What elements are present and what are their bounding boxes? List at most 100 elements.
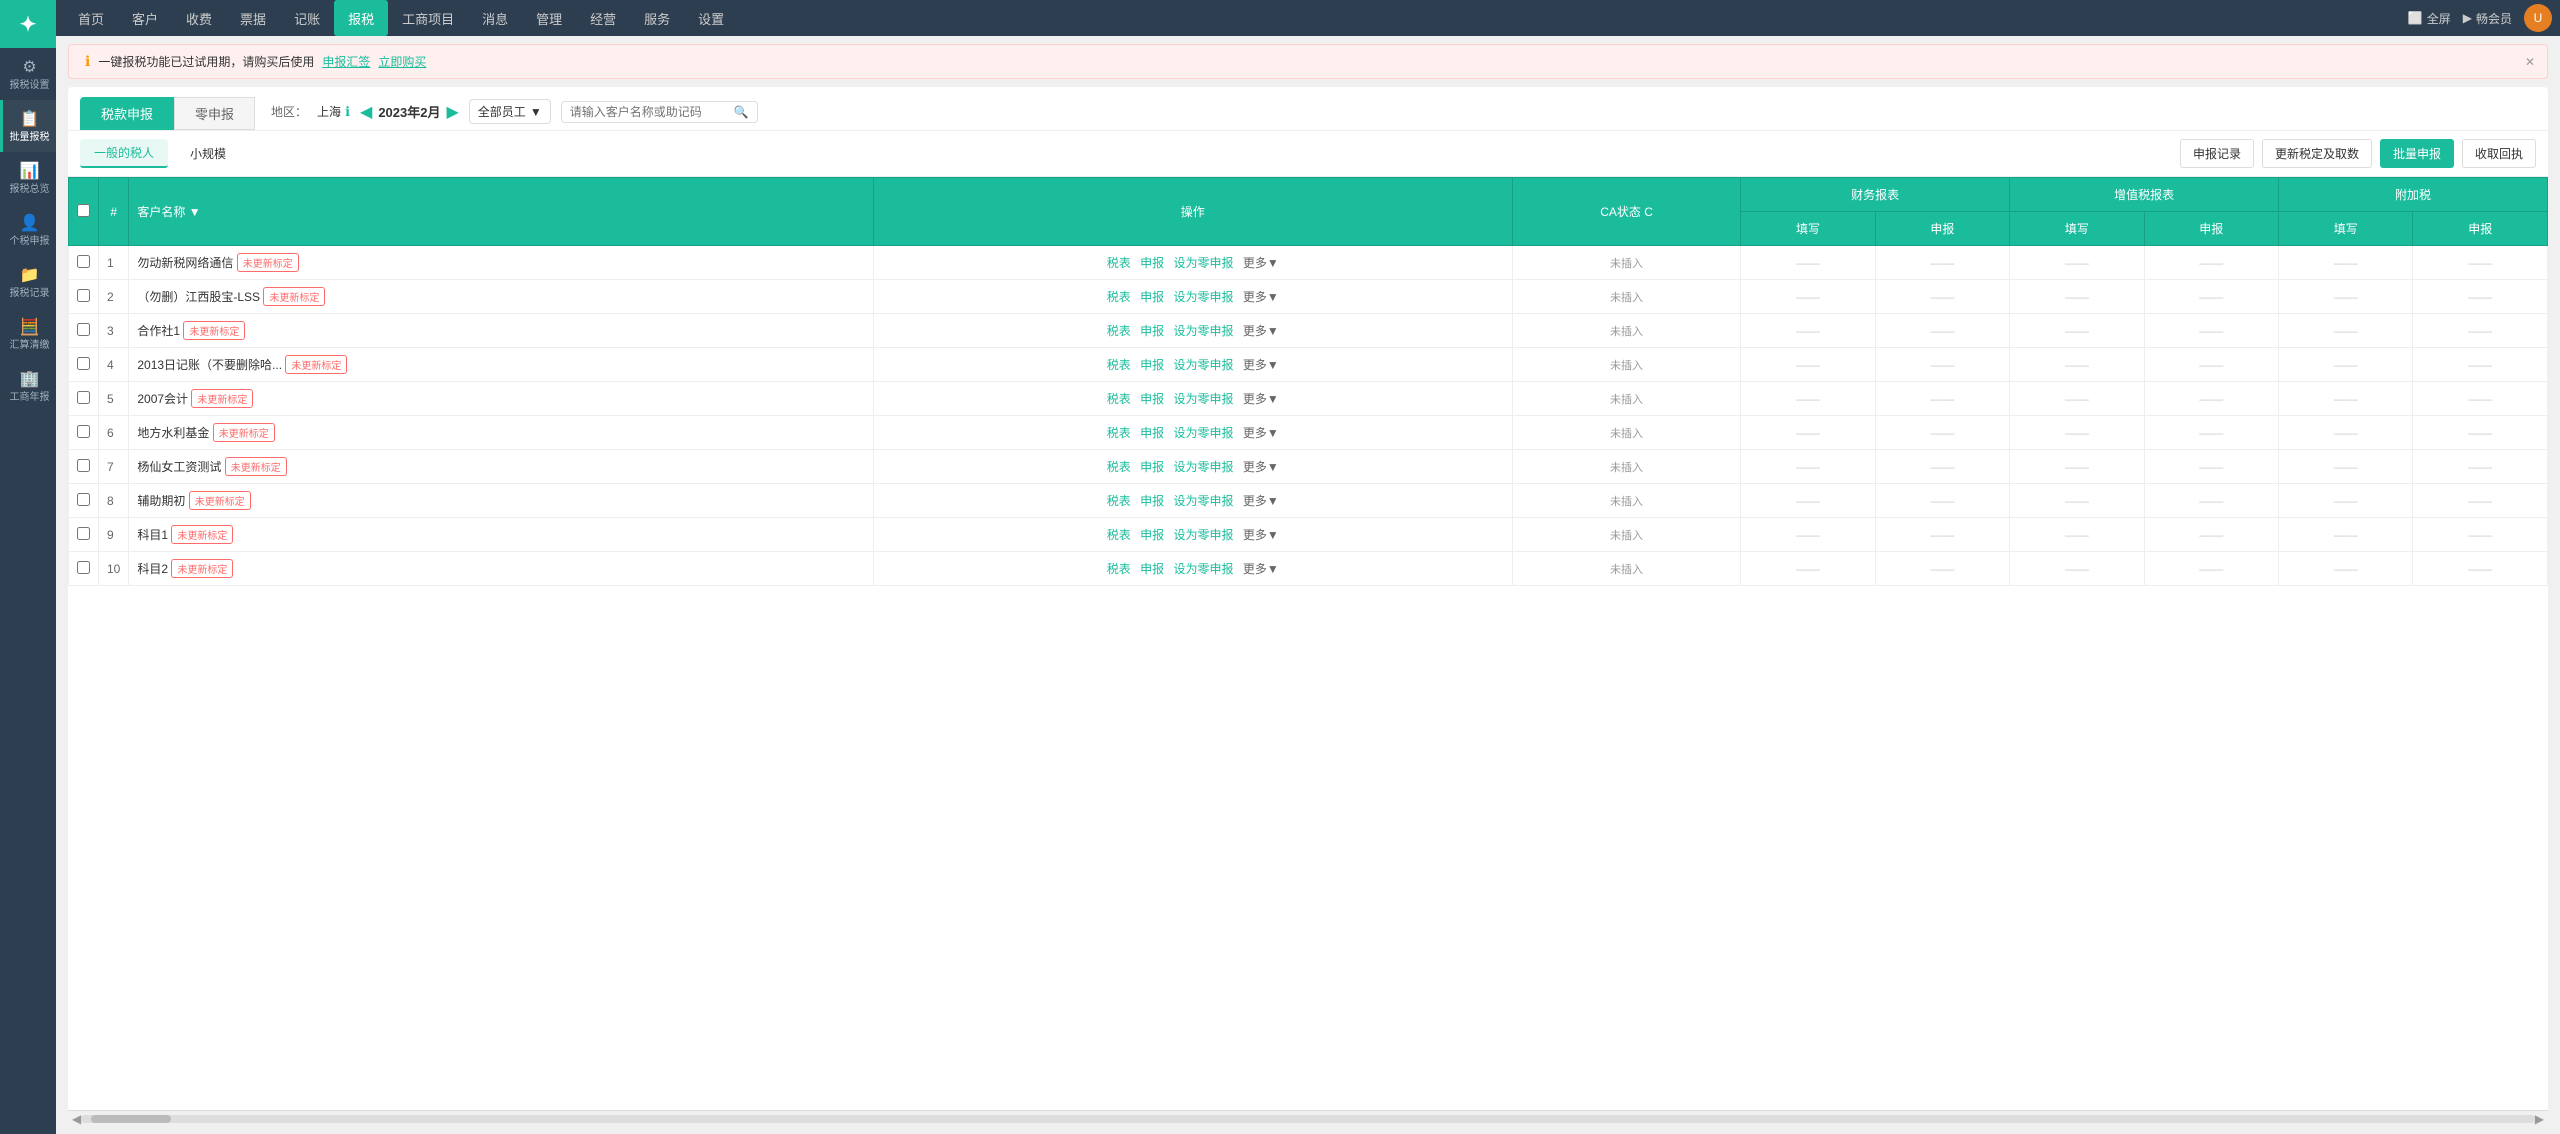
table-row: 4 2013日记账（不要删除哈... 未更新标定 税表 申报 设为零申报 更多▼…: [69, 348, 2548, 382]
row-checkbox-8[interactable]: [77, 527, 90, 540]
region-info-icon[interactable]: ℹ: [345, 104, 350, 120]
row-checkbox-6[interactable]: [77, 459, 90, 472]
action-submit[interactable]: 申报: [1140, 528, 1164, 542]
row-checkbox-9[interactable]: [77, 561, 90, 574]
sidebar-item-personal-tax[interactable]: 👤 个税申报: [0, 204, 56, 256]
scroll-track[interactable]: [81, 1115, 2535, 1123]
action-tax-form[interactable]: 税表: [1107, 494, 1131, 508]
btn-update-tax[interactable]: 更新税定及取数: [2262, 139, 2372, 168]
nav-biz-projects[interactable]: 工商项目: [388, 0, 468, 36]
action-submit[interactable]: 申报: [1140, 494, 1164, 508]
action-submit[interactable]: 申报: [1140, 290, 1164, 304]
action-submit[interactable]: 申报: [1140, 358, 1164, 372]
action-submit[interactable]: 申报: [1140, 324, 1164, 338]
action-tax-form[interactable]: 税表: [1107, 528, 1131, 542]
row-checkbox-3[interactable]: [77, 357, 90, 370]
action-zero-submit[interactable]: 设为零申报: [1173, 426, 1233, 440]
nav-home[interactable]: 首页: [64, 0, 118, 36]
row-checkbox-0[interactable]: [77, 255, 90, 268]
btn-records[interactable]: 申报记录: [2180, 139, 2254, 168]
nav-messages[interactable]: 消息: [468, 0, 522, 36]
date-prev-button[interactable]: ◀: [360, 102, 372, 122]
notice-close-button[interactable]: ✕: [2525, 55, 2535, 69]
sidebar: ✦ ⚙ 报税设置 📋 批量报税 📊 报税总览 👤 个税申报 📁 报税记录 🧮 汇…: [0, 0, 56, 1134]
action-more[interactable]: 更多▼: [1243, 358, 1279, 372]
action-zero-submit[interactable]: 设为零申报: [1173, 324, 1233, 338]
action-more[interactable]: 更多▼: [1243, 324, 1279, 338]
action-zero-submit[interactable]: 设为零申报: [1173, 562, 1233, 576]
nav-billing[interactable]: 收费: [172, 0, 226, 36]
nav-accounting[interactable]: 记账: [280, 0, 334, 36]
action-submit[interactable]: 申报: [1140, 426, 1164, 440]
row-financial-submit: ——: [1875, 348, 2009, 382]
tab-zero-declaration[interactable]: 零申报: [174, 97, 255, 130]
action-submit[interactable]: 申报: [1140, 460, 1164, 474]
action-zero-submit[interactable]: 设为零申报: [1173, 528, 1233, 542]
action-tax-form[interactable]: 税表: [1107, 392, 1131, 406]
action-tax-form[interactable]: 税表: [1107, 290, 1131, 304]
fullscreen-button[interactable]: ⬜ 全屏: [2408, 10, 2451, 27]
nav-management[interactable]: 管理: [522, 0, 576, 36]
action-more[interactable]: 更多▼: [1243, 426, 1279, 440]
notice-link-buy[interactable]: 立即购买: [378, 53, 426, 70]
row-checkbox-7[interactable]: [77, 493, 90, 506]
nav-operations[interactable]: 经营: [576, 0, 630, 36]
table-row: 9 科目1 未更新标定 税表 申报 设为零申报 更多▼ 未插入 —— —— ——…: [69, 518, 2548, 552]
sidebar-item-calc-clear[interactable]: 🧮 汇算清缴: [0, 308, 56, 360]
member-button[interactable]: ▶ 畅会员: [2463, 10, 2512, 27]
action-zero-submit[interactable]: 设为零申报: [1173, 494, 1233, 508]
nav-tax[interactable]: 报税: [334, 0, 388, 36]
search-input[interactable]: [570, 105, 730, 119]
row-checkbox-2[interactable]: [77, 323, 90, 336]
action-submit[interactable]: 申报: [1140, 562, 1164, 576]
row-checkbox-4[interactable]: [77, 391, 90, 404]
action-tax-form[interactable]: 税表: [1107, 460, 1131, 474]
search-icon[interactable]: 🔍: [734, 105, 749, 119]
nav-services[interactable]: 服务: [630, 0, 684, 36]
action-zero-submit[interactable]: 设为零申报: [1173, 392, 1233, 406]
action-zero-submit[interactable]: 设为零申报: [1173, 256, 1233, 270]
select-all-checkbox[interactable]: [77, 204, 90, 217]
action-more[interactable]: 更多▼: [1243, 290, 1279, 304]
dept-select[interactable]: 全部员工 ▼: [469, 99, 551, 124]
date-next-button[interactable]: ▶: [446, 102, 458, 122]
sidebar-item-tax-records[interactable]: 📁 报税记录: [0, 256, 56, 308]
sidebar-item-biz-report[interactable]: 🏢 工商年报: [0, 360, 56, 412]
action-zero-submit[interactable]: 设为零申报: [1173, 358, 1233, 372]
notice-bar: ℹ 一键报税功能已过试用期，请购买后使用 申报汇签 立即购买 ✕: [68, 44, 2548, 79]
sidebar-item-tax-settings[interactable]: ⚙ 报税设置: [0, 48, 56, 100]
action-more[interactable]: 更多▼: [1243, 528, 1279, 542]
action-more[interactable]: 更多▼: [1243, 494, 1279, 508]
action-zero-submit[interactable]: 设为零申报: [1173, 290, 1233, 304]
action-more[interactable]: 更多▼: [1243, 460, 1279, 474]
action-tax-form[interactable]: 税表: [1107, 562, 1131, 576]
action-submit[interactable]: 申报: [1140, 256, 1164, 270]
row-checkbox-1[interactable]: [77, 289, 90, 302]
nav-invoice[interactable]: 票据: [226, 0, 280, 36]
action-tax-form[interactable]: 税表: [1107, 324, 1131, 338]
notice-link-declaration[interactable]: 申报汇签: [322, 53, 370, 70]
sidebar-item-tax-overview[interactable]: 📊 报税总览: [0, 152, 56, 204]
row-checkbox-5[interactable]: [77, 425, 90, 438]
tab-tax-declaration[interactable]: 税款申报: [80, 97, 174, 130]
tab-small-taxpayer[interactable]: 小规模: [176, 140, 240, 167]
action-tax-form[interactable]: 税表: [1107, 256, 1131, 270]
row-client-name: 2013日记账（不要删除哈... 未更新标定: [129, 348, 873, 382]
scroll-left-arrow[interactable]: ◀: [72, 1112, 81, 1126]
avatar[interactable]: U: [2524, 4, 2552, 32]
action-submit[interactable]: 申报: [1140, 392, 1164, 406]
action-more[interactable]: 更多▼: [1243, 562, 1279, 576]
nav-settings[interactable]: 设置: [684, 0, 738, 36]
tab-general-taxpayer[interactable]: 一般的税人: [80, 139, 168, 168]
sort-icon[interactable]: ▼: [189, 205, 201, 219]
nav-clients[interactable]: 客户: [118, 0, 172, 36]
btn-cancel-receipt[interactable]: 收取回执: [2462, 139, 2536, 168]
sidebar-item-batch-tax[interactable]: 📋 批量报税: [0, 100, 56, 152]
action-tax-form[interactable]: 税表: [1107, 426, 1131, 440]
btn-batch-submit[interactable]: 批量申报: [2380, 139, 2454, 168]
action-more[interactable]: 更多▼: [1243, 256, 1279, 270]
action-more[interactable]: 更多▼: [1243, 392, 1279, 406]
scroll-right-arrow[interactable]: ▶: [2535, 1112, 2544, 1126]
action-tax-form[interactable]: 税表: [1107, 358, 1131, 372]
action-zero-submit[interactable]: 设为零申报: [1173, 460, 1233, 474]
